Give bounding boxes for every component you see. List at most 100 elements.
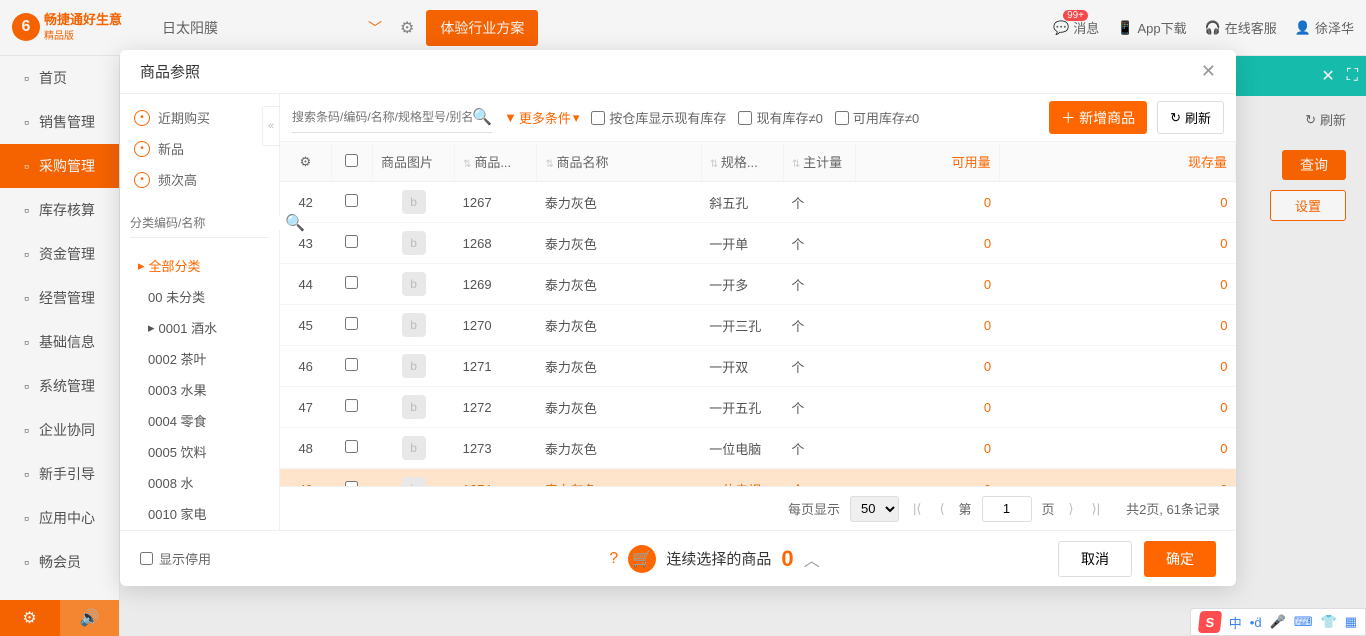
checkbox[interactable]	[591, 111, 605, 125]
refresh-button[interactable]: ↻ 刷新	[1157, 101, 1224, 134]
show-disabled-label: 显示停用	[159, 549, 211, 568]
per-page-select[interactable]: 50	[850, 496, 899, 522]
tree-node-label: 0010 家电	[148, 504, 207, 523]
col-settings[interactable]: ⚙	[280, 142, 331, 182]
modal-title: 商品参照	[140, 61, 200, 82]
row-code: 1267	[455, 182, 537, 223]
col-image[interactable]: 商品图片	[372, 142, 454, 182]
row-select[interactable]	[331, 182, 372, 223]
row-name: 泰力灰色	[537, 305, 701, 346]
next-page-button[interactable]: ⟩	[1065, 501, 1078, 517]
product-search-input[interactable]	[292, 110, 472, 124]
filter-tab[interactable]: •近期购买	[120, 102, 279, 133]
page-input[interactable]	[982, 496, 1032, 522]
collapse-handle[interactable]: «	[262, 106, 280, 146]
first-page-button[interactable]: |⟨	[909, 501, 925, 517]
table-row[interactable]: 48b1273泰力灰色一位电脑个00	[280, 428, 1236, 469]
col-stock[interactable]: 现存量	[999, 142, 1235, 182]
checkbox[interactable]	[835, 111, 849, 125]
last-page-button[interactable]: ⟩|	[1088, 501, 1104, 517]
col-select[interactable]	[331, 142, 372, 182]
ime-keyboard-icon[interactable]: ⌨	[1294, 614, 1313, 630]
chk-stock-nonzero[interactable]: 现有库存≠0	[738, 108, 822, 127]
table-row[interactable]: 45b1270泰力灰色一开三孔个00	[280, 305, 1236, 346]
row-unit: 个	[783, 346, 855, 387]
tree-node[interactable]: 0005 饮料	[120, 436, 279, 467]
table-row[interactable]: 49b1274泰力灰色一位电视个00	[280, 469, 1236, 487]
checkbox[interactable]	[738, 111, 752, 125]
row-select[interactable]	[331, 428, 372, 469]
row-checkbox[interactable]	[345, 358, 358, 371]
show-disabled-check[interactable]: 显示停用	[140, 549, 211, 568]
row-name: 泰力灰色	[537, 469, 701, 487]
row-unit: 个	[783, 182, 855, 223]
row-checkbox[interactable]	[345, 235, 358, 248]
row-select[interactable]	[331, 387, 372, 428]
row-select[interactable]	[331, 346, 372, 387]
col-avail[interactable]: 可用量	[855, 142, 999, 182]
col-unit[interactable]: 主计量	[783, 142, 855, 182]
more-label: 更多条件	[519, 108, 571, 127]
table-row[interactable]: 43b1268泰力灰色一开单个00	[280, 223, 1236, 264]
filter-tab[interactable]: •新品	[120, 133, 279, 164]
row-select[interactable]	[331, 264, 372, 305]
per-page-label: 每页显示	[788, 499, 840, 518]
category-search-input[interactable]	[130, 216, 285, 230]
tree-node[interactable]: 0003 水果	[120, 374, 279, 405]
select-all-checkbox[interactable]	[345, 154, 358, 167]
row-stock: 0	[999, 223, 1235, 264]
filter-tab[interactable]: •频次高	[120, 164, 279, 195]
tree-node[interactable]: 0010 家电	[120, 498, 279, 529]
tree-node[interactable]: 0008 水	[120, 467, 279, 498]
tree-node[interactable]: 0004 零食	[120, 405, 279, 436]
add-product-button[interactable]: ＋ 新增商品	[1049, 101, 1147, 134]
table-row[interactable]: 42b1267泰力灰色斜五孔个00	[280, 182, 1236, 223]
tree-node[interactable]: 0002 茶叶	[120, 343, 279, 374]
help-icon[interactable]: ?	[609, 550, 618, 568]
col-spec[interactable]: 规格...	[701, 142, 783, 182]
cancel-button[interactable]: 取消	[1058, 541, 1132, 577]
row-checkbox[interactable]	[345, 317, 358, 330]
more-conditions-link[interactable]: ▼ 更多条件 ▾	[504, 108, 579, 127]
ime-logo-icon[interactable]: S	[1198, 611, 1222, 633]
table-row[interactable]: 46b1271泰力灰色一开双个00	[280, 346, 1236, 387]
product-modal: 商品参照 ✕ •近期购买•新品•频次高 « 🔍 ▸ 全部分类 00 未分类▸ 0…	[120, 50, 1236, 586]
col-code[interactable]: 商品...	[455, 142, 537, 182]
row-select[interactable]	[331, 469, 372, 487]
row-avail: 0	[855, 182, 999, 223]
tree-node[interactable]: ▸ 0001 酒水	[120, 312, 279, 343]
row-checkbox[interactable]	[345, 399, 358, 412]
row-select[interactable]	[331, 223, 372, 264]
row-image: b	[372, 264, 454, 305]
chk-by-warehouse[interactable]: 按仓库显示现有库存	[591, 108, 726, 127]
row-code: 1268	[455, 223, 537, 264]
product-table-wrap[interactable]: ⚙ 商品图片 商品... 商品名称 规格... 主计量 可用量 现存量 42b1…	[280, 142, 1236, 486]
checkbox[interactable]	[140, 552, 153, 565]
row-checkbox[interactable]	[345, 276, 358, 289]
modal-close-button[interactable]: ✕	[1201, 61, 1216, 82]
table-row[interactable]: 44b1269泰力灰色一开多个00	[280, 264, 1236, 305]
image-placeholder-icon: b	[402, 395, 426, 419]
col-name[interactable]: 商品名称	[537, 142, 701, 182]
prev-page-button[interactable]: ⟨	[935, 501, 948, 517]
row-checkbox[interactable]	[345, 194, 358, 207]
table-row[interactable]: 47b1272泰力灰色一开五孔个00	[280, 387, 1236, 428]
search-icon[interactable]: 🔍	[472, 107, 492, 127]
tree-root[interactable]: ▸ 全部分类	[120, 250, 279, 281]
chk-avail-nonzero[interactable]: 可用库存≠0	[835, 108, 919, 127]
row-select[interactable]	[331, 305, 372, 346]
ime-punct-icon[interactable]: •ḋ	[1250, 615, 1262, 630]
tree-node[interactable]: 00 未分类	[120, 281, 279, 312]
confirm-button[interactable]: 确定	[1144, 541, 1216, 577]
modal-header: 商品参照 ✕	[120, 50, 1236, 94]
row-avail: 0	[855, 469, 999, 487]
ime-lang[interactable]: 中	[1229, 613, 1242, 632]
ime-voice-icon[interactable]: 🎤	[1270, 614, 1286, 630]
expand-up-icon[interactable]: ︿	[804, 547, 820, 571]
search-icon[interactable]: 🔍	[285, 213, 305, 233]
row-no: 49	[280, 469, 331, 487]
ime-bar: S 中 •ḋ 🎤 ⌨ 👕 ▦	[1190, 608, 1366, 636]
ime-grid-icon[interactable]: ▦	[1345, 614, 1357, 630]
row-checkbox[interactable]	[345, 440, 358, 453]
ime-skin-icon[interactable]: 👕	[1321, 614, 1337, 630]
